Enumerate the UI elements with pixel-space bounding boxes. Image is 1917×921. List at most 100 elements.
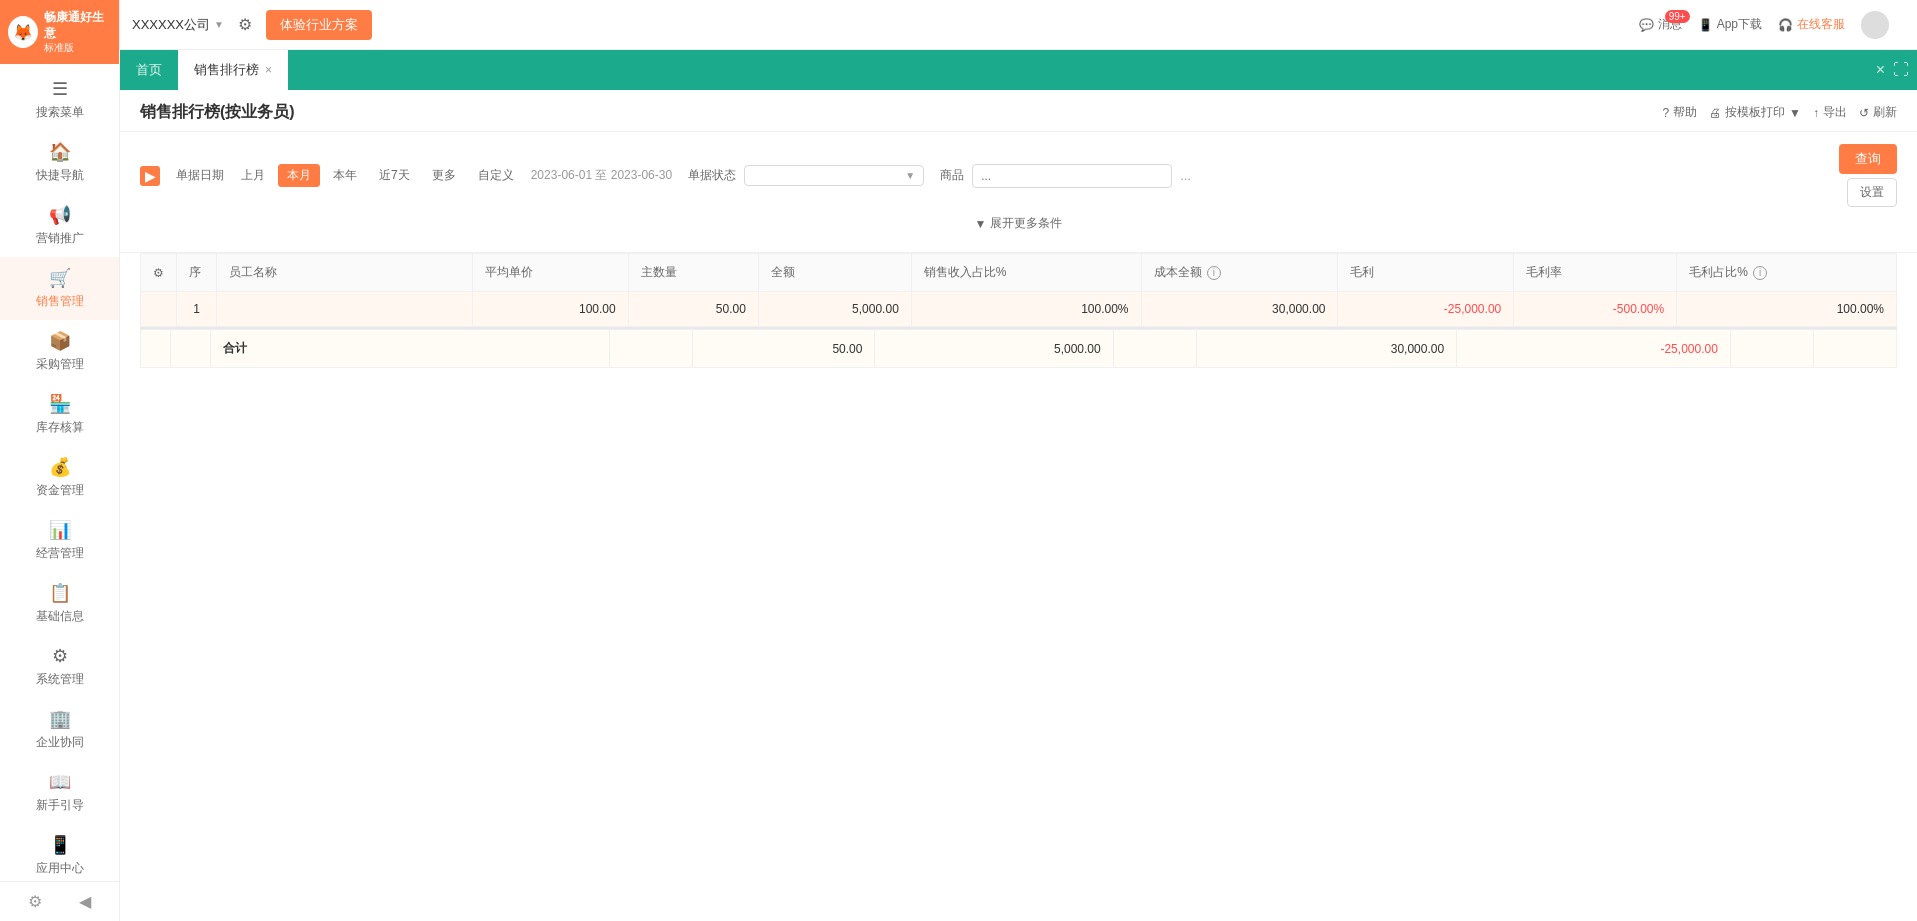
refresh-btn[interactable]: ↺ 刷新 (1859, 104, 1897, 121)
sidebar-item-label: 应用中心 (36, 860, 84, 877)
date-filter: 单据日期 上月 本月 本年 近7天 更多 自定义 2023-06-01 至 20… (176, 164, 672, 187)
status-filter: 单据状态 ▼ (688, 165, 924, 186)
finance-icon: 💰 (49, 456, 71, 478)
logo-text: 畅康通好生意 标准版 (44, 10, 111, 54)
tab-maximize-btn[interactable]: ⛶ (1893, 61, 1909, 79)
footer-table: 合计 50.00 5,000.00 30,000.00 -25,000.00 (140, 329, 1897, 368)
sidebar: 🦊 畅康通好生意 标准版 ☰ 搜索菜单 🏠 快捷导航 📢 营销推广 🛒 销售管理… (0, 0, 120, 921)
sidebar-item-inventory[interactable]: 🏪 库存核算 (0, 383, 119, 446)
expand-more-btn[interactable]: ▼ 展开更多条件 (975, 215, 1063, 232)
filter-area: ▶ 单据日期 上月 本月 本年 近7天 更多 自定义 2023-0 (120, 132, 1917, 253)
sidebar-settings-btn[interactable]: ⚙ (28, 892, 42, 911)
sidebar-item-label: 营销推广 (36, 230, 84, 247)
message-badge: 99+ (1665, 10, 1690, 23)
sidebar-bottom: ⚙ ◀ (0, 881, 119, 921)
more-date-btn[interactable]: 更多 (423, 164, 465, 187)
table-footer-area: 合计 50.00 5,000.00 30,000.00 -25,000.00 (140, 327, 1897, 368)
footer-gross-cell: -25,000.00 (1457, 330, 1731, 368)
gross-pct-info-icon[interactable]: i (1753, 266, 1767, 280)
last7-btn[interactable]: 近7天 (370, 164, 419, 187)
status-select[interactable]: ▼ (744, 165, 924, 186)
last-month-btn[interactable]: 上月 (232, 164, 274, 187)
refresh-icon: ↺ (1859, 106, 1869, 120)
operations-icon: 📊 (49, 519, 71, 541)
sidebar-item-sales[interactable]: 🛒 销售管理 (0, 257, 119, 320)
tab-close-icon[interactable]: × (265, 63, 272, 77)
home-icon: 🏠 (49, 141, 71, 163)
footer-label-cell: 合计 (211, 330, 610, 368)
date-range-group: 上月 本月 本年 近7天 更多 自定义 (232, 164, 523, 187)
topbar-gear-icon[interactable]: ⚙ (238, 15, 252, 34)
data-table: ⚙ 序 员工名称 平均单价 主数量 全额 销售收入占比% 成本全额 i 毛利 (140, 253, 1897, 327)
footer-settings-cell (141, 330, 171, 368)
row-gross-rate: -500.00% (1514, 292, 1677, 327)
sidebar-item-label: 快捷导航 (36, 167, 84, 184)
company-selector[interactable]: XXXXXX公司 ▼ (132, 16, 224, 34)
trial-btn[interactable]: 体验行业方案 (266, 10, 372, 40)
help-btn[interactable]: ? 帮助 (1662, 104, 1697, 121)
export-btn[interactable]: ↑ 导出 (1813, 104, 1847, 121)
row-rank: 1 (177, 292, 217, 327)
service-label: 在线客服 (1797, 16, 1845, 33)
print-icon: 🖨 (1709, 106, 1721, 120)
tab-minimize-btn[interactable]: × (1876, 61, 1885, 79)
inventory-icon: 🏪 (49, 393, 71, 415)
footer-amount-cell: 5,000.00 (875, 330, 1113, 368)
footer-cost-cell: 30,000.00 (1196, 330, 1456, 368)
th-sales-pct: 销售收入占比% (911, 254, 1141, 292)
row-sales-pct: 100.00% (911, 292, 1141, 327)
this-year-btn[interactable]: 本年 (324, 164, 366, 187)
sidebar-collapse-btn[interactable]: ◀ (79, 892, 91, 911)
page-actions: ? 帮助 🖨 按模板打印 ▼ ↑ 导出 ↺ 刷新 (1662, 104, 1897, 121)
th-name: 员工名称 (217, 254, 473, 292)
print-dropdown-icon: ▼ (1789, 106, 1801, 120)
print-btn[interactable]: 🖨 按模板打印 ▼ (1709, 104, 1801, 121)
search-menu-icon: ☰ (52, 78, 68, 100)
this-month-btn[interactable]: 本月 (278, 164, 320, 187)
cost-info-icon[interactable]: i (1207, 266, 1221, 280)
footer-gross-pct-cell (1813, 330, 1896, 368)
message-btn[interactable]: 💬 消息 99+ (1639, 16, 1682, 33)
topbar-right: 💬 消息 99+ 📱 App下载 🎧 在线客服 (1639, 11, 1905, 39)
status-dropdown-icon: ▼ (905, 170, 915, 181)
sidebar-item-basicinfo[interactable]: 📋 基础信息 (0, 572, 119, 635)
tab-home[interactable]: 首页 (120, 50, 178, 90)
sidebar-item-marketing[interactable]: 📢 营销推广 (0, 194, 119, 257)
basicinfo-icon: 📋 (49, 582, 71, 604)
sidebar-item-label: 经营管理 (36, 545, 84, 562)
table-row: 1 100.00 50.00 5,000.00 100.00% 30,000.0… (141, 292, 1897, 327)
goods-input[interactable] (972, 164, 1172, 188)
system-icon: ⚙ (52, 645, 68, 667)
sidebar-item-label: 基础信息 (36, 608, 84, 625)
sidebar-item-appcenter[interactable]: 📱 应用中心 (0, 824, 119, 881)
custom-date-btn[interactable]: 自定义 (469, 164, 523, 187)
th-amount: 全额 (758, 254, 911, 292)
tab-sales-rank[interactable]: 销售排行榜 × (178, 50, 288, 90)
page-header: 销售排行榜(按业务员) ? 帮助 🖨 按模板打印 ▼ ↑ 导出 (120, 90, 1917, 132)
footer-rank-cell (171, 330, 211, 368)
tab-home-label: 首页 (136, 61, 162, 79)
table-body: 1 100.00 50.00 5,000.00 100.00% 30,000.0… (141, 292, 1897, 327)
sidebar-item-search[interactable]: ☰ 搜索菜单 (0, 68, 119, 131)
sidebar-item-system[interactable]: ⚙ 系统管理 (0, 635, 119, 698)
app-download-btn[interactable]: 📱 App下载 (1698, 16, 1762, 33)
sidebar-item-guide[interactable]: 📖 新手引导 (0, 761, 119, 824)
sidebar-item-quicknav[interactable]: 🏠 快捷导航 (0, 131, 119, 194)
query-btn[interactable]: 查询 (1839, 144, 1897, 174)
company-dropdown-icon: ▼ (214, 19, 224, 30)
filter-toggle-btn[interactable]: ▶ (140, 166, 160, 186)
settings-btn[interactable]: 设置 (1847, 178, 1897, 207)
sidebar-item-operations[interactable]: 📊 经营管理 (0, 509, 119, 572)
th-settings[interactable]: ⚙ (141, 254, 177, 292)
table-container: ⚙ 序 员工名称 平均单价 主数量 全额 销售收入占比% 成本全额 i 毛利 (120, 253, 1917, 327)
avatar[interactable] (1861, 11, 1889, 39)
expand-icon: ▼ (975, 217, 987, 231)
topbar: XXXXXX公司 ▼ ⚙ 体验行业方案 💬 消息 99+ 📱 App下载 🎧 在… (120, 0, 1917, 50)
sidebar-item-finance[interactable]: 💰 资金管理 (0, 446, 119, 509)
main-area: XXXXXX公司 ▼ ⚙ 体验行业方案 💬 消息 99+ 📱 App下载 🎧 在… (120, 0, 1917, 921)
sidebar-item-purchase[interactable]: 📦 采购管理 (0, 320, 119, 383)
goods-more-icon[interactable]: ... (1180, 168, 1191, 183)
online-service-btn[interactable]: 🎧 在线客服 (1778, 16, 1845, 33)
page-title: 销售排行榜(按业务员) (140, 102, 295, 123)
sidebar-item-enterprise[interactable]: 🏢 企业协同 (0, 698, 119, 761)
